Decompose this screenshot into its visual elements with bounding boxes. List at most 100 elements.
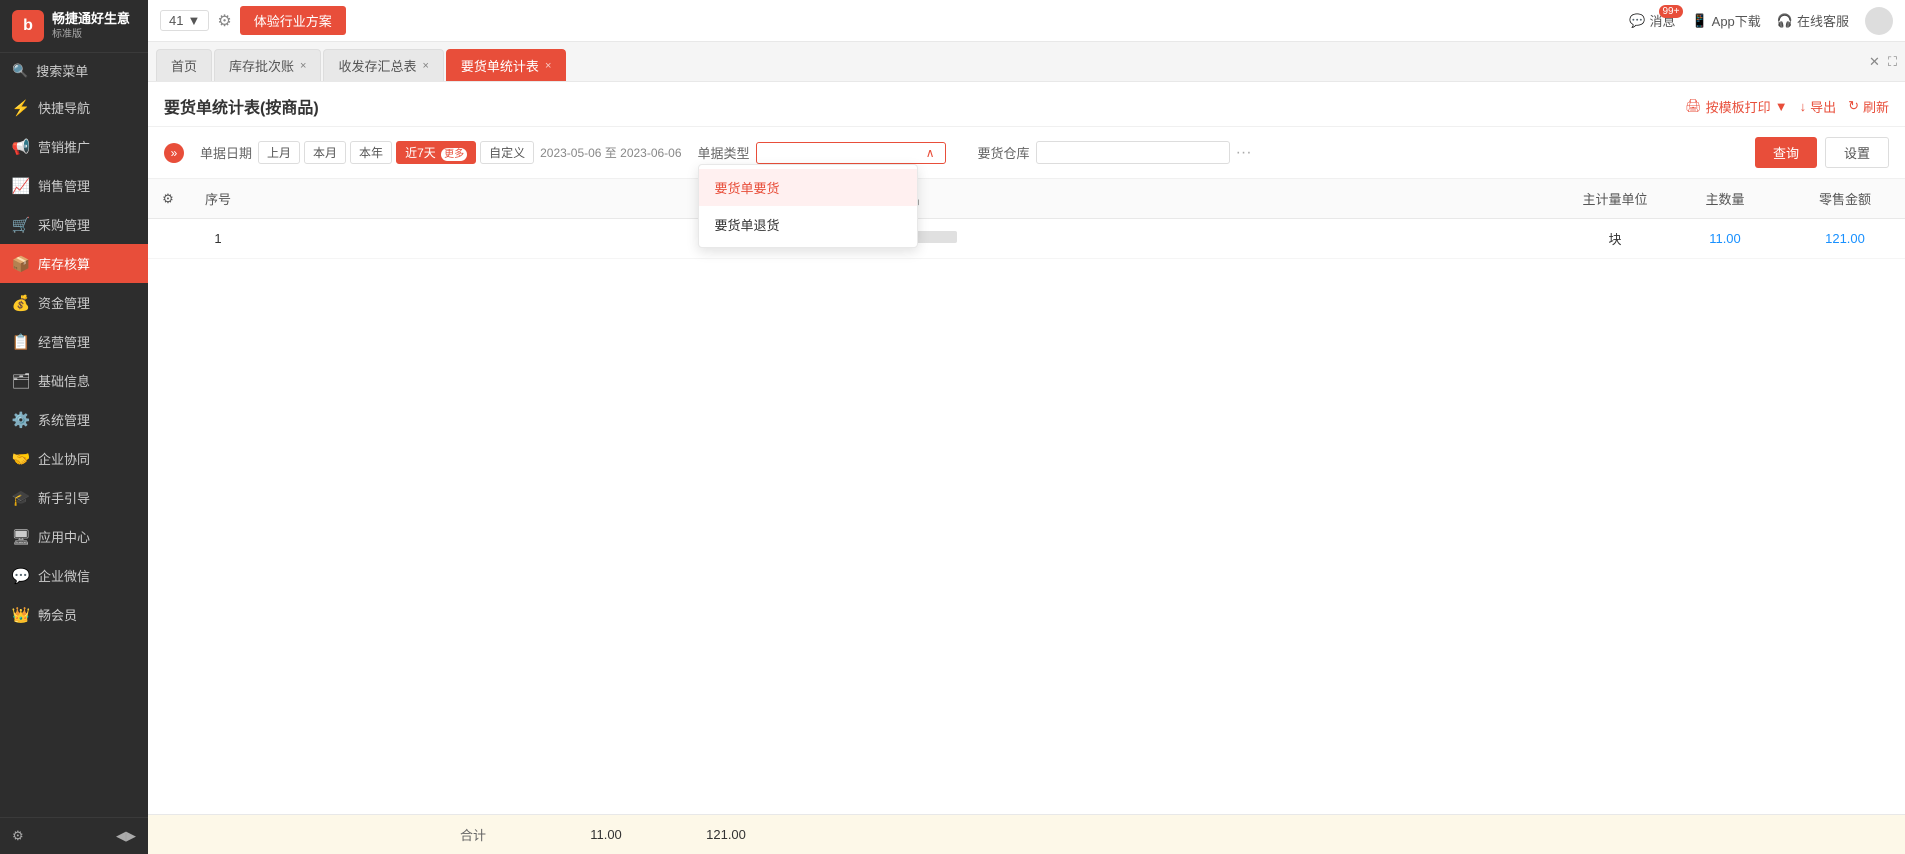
row-qty-cell: 11.00 <box>1665 219 1785 259</box>
message-item[interactable]: 💬 消息 99+ <box>1629 11 1675 30</box>
tab-receive-summary-close[interactable]: × <box>422 60 428 72</box>
date-filter-label: 单据日期 <box>200 143 252 162</box>
online-service-item[interactable]: 🎧 在线客服 <box>1777 11 1849 30</box>
th-amount: 零售金额 <box>1785 179 1905 219</box>
basics-icon: 🗂 <box>12 372 30 390</box>
total-qty: 11.00 <box>546 827 666 842</box>
export-action[interactable]: ↓ 导出 <box>1800 97 1837 116</box>
refresh-icon: ↻ <box>1848 98 1859 114</box>
close-window-icon[interactable]: ✕ <box>1869 54 1880 70</box>
dropdown-item-label: 要货单要货 <box>715 181 780 196</box>
tab-inventory-batch-label: 库存批次账 <box>229 56 294 75</box>
sidebar-item-member[interactable]: 👑 畅会员 <box>0 595 148 634</box>
dropdown-item-order-return[interactable]: 要货单退货 <box>699 206 917 243</box>
sidebar-item-wechat[interactable]: 💬 企业微信 <box>0 556 148 595</box>
th-settings[interactable]: ⚙ <box>148 179 188 219</box>
row-no-cell: 1 <box>188 219 248 259</box>
page-actions: 🖨 按模板打印 ▼ ↓ 导出 ↻ 刷新 <box>1685 97 1889 116</box>
tab-order-stat[interactable]: 要货单统计表 × <box>446 49 566 81</box>
wechat-icon: 💬 <box>12 567 30 585</box>
page-header: 要货单统计表(按商品) 🖨 按模板打印 ▼ ↓ 导出 ↻ 刷新 <box>148 82 1905 127</box>
amount-link[interactable]: 121.00 <box>1825 231 1865 246</box>
th-qty: 主数量 <box>1665 179 1785 219</box>
cooperation-icon: 🤝 <box>12 450 30 468</box>
query-btn[interactable]: 查询 <box>1755 137 1817 168</box>
sidebar-item-quick-nav[interactable]: ⚡ 快捷导航 <box>0 88 148 127</box>
filter-expand-btn[interactable]: » <box>164 143 184 163</box>
fullscreen-icon[interactable]: ⛶ <box>1888 54 1897 70</box>
settings-bottom-icon[interactable]: ⚙ <box>12 828 24 844</box>
sidebar-search[interactable]: 🔍 搜索菜单 <box>0 53 148 88</box>
dropdown-item-order-purchase[interactable]: 要货单要货 <box>699 169 917 206</box>
sidebar-item-cooperation[interactable]: 🤝 企业协同 <box>0 439 148 478</box>
filter-bar: » 单据日期 上月 本月 本年 近7天 更多 自定义 2023-05-06 至 … <box>148 127 1905 179</box>
app-download-item[interactable]: 📱 App下载 <box>1691 11 1760 30</box>
tab-home-label: 首页 <box>171 56 197 75</box>
sidebar-item-operations[interactable]: 📋 经营管理 <box>0 322 148 361</box>
date-btn-last-7days[interactable]: 近7天 更多 <box>396 141 476 164</box>
total-label: 合计 <box>460 825 486 844</box>
sidebar-item-marketing[interactable]: 📢 营销推广 <box>0 127 148 166</box>
date-btn-this-year[interactable]: 本年 <box>350 141 392 164</box>
settings-btn[interactable]: 设置 <box>1825 137 1889 168</box>
sidebar-item-system[interactable]: ⚙️ 系统管理 <box>0 400 148 439</box>
phone-icon: 📱 <box>1691 13 1707 29</box>
type-filter-group: 单据类型 ∧ 要货单要货 要货单退货 <box>698 142 946 164</box>
type-select[interactable]: ∧ <box>756 142 946 164</box>
tab-receive-summary[interactable]: 收发存汇总表 × <box>323 49 443 81</box>
refresh-action[interactable]: ↻ 刷新 <box>1848 97 1889 116</box>
row-settings-cell <box>148 219 188 259</box>
export-icon: ↓ <box>1800 99 1807 114</box>
message-badge: 99+ <box>1659 5 1684 18</box>
date-filter-group: 单据日期 上月 本月 本年 近7天 更多 自定义 2023-05-06 至 20… <box>200 141 682 164</box>
date-btn-last-month[interactable]: 上月 <box>258 141 300 164</box>
sidebar-item-app-center[interactable]: 🖥 应用中心 <box>0 517 148 556</box>
type-dropdown-menu: 要货单要货 要货单退货 <box>698 164 918 248</box>
page-title: 要货单统计表(按商品) <box>164 94 319 118</box>
collapse-icon[interactable]: ◀▶ <box>116 828 136 844</box>
sidebar-item-label: 企业协同 <box>38 449 90 468</box>
print-action[interactable]: 🖨 按模板打印 ▼ <box>1685 97 1787 116</box>
dropdown-item-label: 要货单退货 <box>715 218 780 233</box>
tab-inventory-batch[interactable]: 库存批次账 × <box>214 49 321 81</box>
type-select-arrow: ∧ <box>926 146 935 160</box>
sidebar-item-label: 营销推广 <box>38 137 90 156</box>
tab-order-stat-close[interactable]: × <box>545 60 551 72</box>
date-btn-custom[interactable]: 自定义 <box>480 141 534 164</box>
chevron-down-icon: ▼ <box>187 13 200 28</box>
settings-gear-icon[interactable]: ⚙ <box>217 11 231 31</box>
store-selector[interactable]: 41 ▼ <box>160 10 209 31</box>
logo-text: 畅捷通好生意 标准版 <box>52 10 130 42</box>
tab-home[interactable]: 首页 <box>156 49 212 81</box>
total-amount: 121.00 <box>666 827 786 842</box>
sidebar-item-basics[interactable]: 🗂 基础信息 <box>0 361 148 400</box>
row-amount-cell: 121.00 <box>1785 219 1905 259</box>
sidebar-item-label: 资金管理 <box>38 293 90 312</box>
sidebar-bottom: ⚙ ◀▶ <box>0 817 148 854</box>
data-table: ⚙ 序号 商品 主计量单位 主数量 零售金额 1 <box>148 179 1905 259</box>
sidebar-item-inventory[interactable]: 📦 库存核算 <box>0 244 148 283</box>
quick-nav-icon: ⚡ <box>12 99 30 117</box>
tab-order-stat-label: 要货单统计表 <box>461 56 539 75</box>
th-no: 序号 <box>188 179 248 219</box>
sidebar-item-sales[interactable]: 📈 销售管理 <box>0 166 148 205</box>
warehouse-input[interactable] <box>1036 141 1230 164</box>
message-icon: 💬 <box>1629 13 1645 29</box>
qty-link[interactable]: 11.00 <box>1709 231 1741 246</box>
date-buttons: 上月 本月 本年 近7天 更多 自定义 <box>258 141 534 164</box>
sales-icon: 📈 <box>12 177 30 195</box>
sidebar-item-guide[interactable]: 🎓 新手引导 <box>0 478 148 517</box>
sidebar-item-label: 畅会员 <box>38 605 77 624</box>
user-avatar[interactable] <box>1865 7 1893 35</box>
logo-icon: b <box>12 10 44 42</box>
sidebar-item-label: 应用中心 <box>38 527 90 546</box>
warehouse-more-icon[interactable]: ··· <box>1236 144 1252 162</box>
sidebar-item-purchase[interactable]: 🛒 采购管理 <box>0 205 148 244</box>
industry-btn[interactable]: 体验行业方案 <box>240 6 346 35</box>
warehouse-filter-group: 要货仓库 ··· <box>978 141 1252 164</box>
date-btn-this-month[interactable]: 本月 <box>304 141 346 164</box>
purchase-icon: 🛒 <box>12 216 30 234</box>
sidebar-item-finance[interactable]: 💰 资金管理 <box>0 283 148 322</box>
tab-inventory-batch-close[interactable]: × <box>300 60 306 72</box>
member-icon: 👑 <box>12 606 30 624</box>
